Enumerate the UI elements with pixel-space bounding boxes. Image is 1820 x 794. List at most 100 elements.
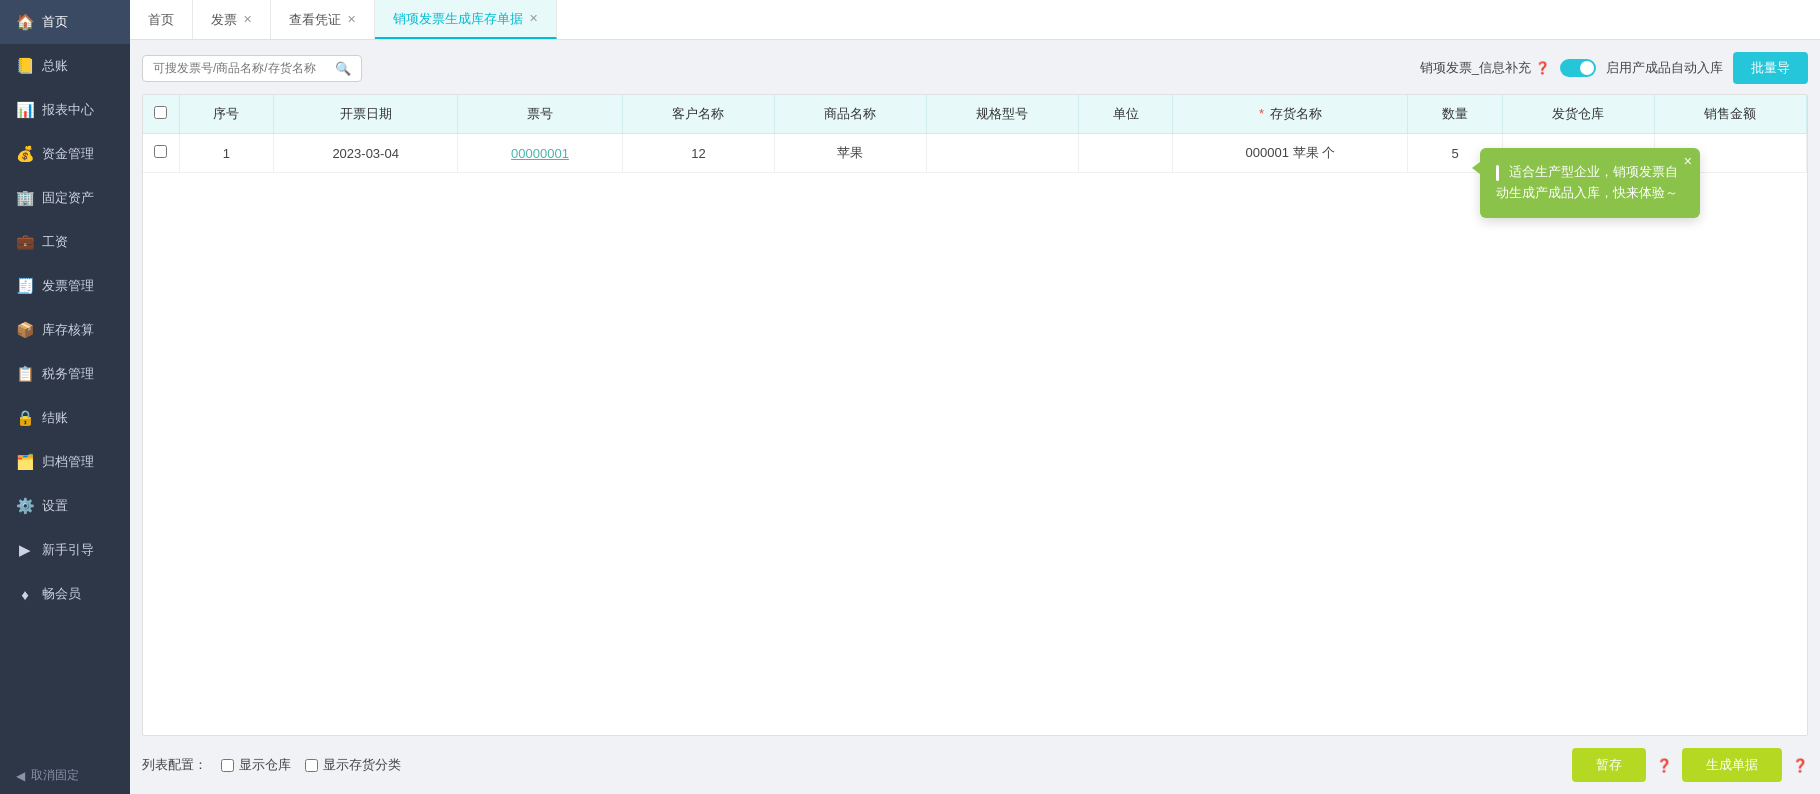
th-product: 商品名称	[774, 95, 926, 134]
td-checkbox	[143, 134, 179, 173]
tab-home[interactable]: 首页	[130, 0, 193, 39]
th-amount: 销售金额	[1654, 95, 1806, 134]
toolbar: 🔍 销项发票_信息补充 ❓ 启用产成品自动入库 批量导	[142, 52, 1808, 84]
main-area: 首页 发票 ✕ 查看凭证 ✕ 销项发票生成库存单据 ✕ 🔍	[130, 0, 1820, 794]
tab-stock-close[interactable]: ✕	[529, 12, 538, 25]
payroll-icon: 💼	[16, 233, 34, 251]
search-input[interactable]	[153, 61, 329, 75]
tooltip-close-button[interactable]: ×	[1684, 154, 1692, 168]
save-help-icon[interactable]: ❓	[1656, 758, 1672, 773]
sidebar-item-ledger[interactable]: 📒 总账	[0, 44, 130, 88]
sidebar-item-invoice[interactable]: 🧾 发票管理	[0, 264, 130, 308]
inventory-icon: 📦	[16, 321, 34, 339]
tab-invoice[interactable]: 发票 ✕	[193, 0, 271, 39]
tab-invoice-label: 发票	[211, 11, 237, 29]
td-stock: 000001 苹果 个	[1173, 134, 1408, 173]
sidebar-item-label: 税务管理	[42, 365, 94, 383]
td-unit	[1078, 134, 1173, 173]
save-button[interactable]: 暂存	[1572, 748, 1646, 782]
th-stock: * 存货名称	[1173, 95, 1408, 134]
member-icon: ♦	[16, 586, 34, 603]
sidebar-item-tax[interactable]: 📋 税务管理	[0, 352, 130, 396]
show-category-checkbox[interactable]	[305, 759, 318, 772]
show-category-label[interactable]: 显示存货分类	[305, 756, 401, 774]
generate-help-icon[interactable]: ❓	[1792, 758, 1808, 773]
toggle-indicator	[1496, 165, 1499, 181]
th-number: 票号	[458, 95, 623, 134]
content-area: 🔍 销项发票_信息补充 ❓ 启用产成品自动入库 批量导	[130, 40, 1820, 794]
th-seq: 序号	[179, 95, 274, 134]
show-category-text: 显示存货分类	[323, 756, 401, 774]
tab-voucher[interactable]: 查看凭证 ✕	[271, 0, 375, 39]
td-spec	[926, 134, 1078, 173]
generate-button[interactable]: 生成单据	[1682, 748, 1782, 782]
tooltip-popup: × 适合生产型企业，销项发票自动生成产成品入库，快来体验～	[1480, 148, 1700, 218]
sidebar-item-home[interactable]: 🏠 首页	[0, 0, 130, 44]
sidebar-item-label: 结账	[42, 409, 68, 427]
tax-icon: 📋	[16, 365, 34, 383]
toolbar-right: 销项发票_信息补充 ❓ 启用产成品自动入库 批量导	[1420, 52, 1808, 84]
row-checkbox[interactable]	[154, 145, 167, 158]
help-icon[interactable]: ❓	[1535, 61, 1550, 75]
sidebar-item-label: 资金管理	[42, 145, 94, 163]
select-all-checkbox[interactable]	[154, 106, 167, 119]
sidebar-item-inventory[interactable]: 📦 库存核算	[0, 308, 130, 352]
settings-icon: ⚙️	[16, 497, 34, 515]
sidebar-item-label: 总账	[42, 57, 68, 75]
batch-button[interactable]: 批量导	[1733, 52, 1808, 84]
sidebar-item-member[interactable]: ♦ 畅会员	[0, 572, 130, 616]
sidebar-item-label: 归档管理	[42, 453, 94, 471]
sidebar-item-settings[interactable]: ⚙️ 设置	[0, 484, 130, 528]
sidebar-item-label: 报表中心	[42, 101, 94, 119]
sidebar-item-assets[interactable]: 🏢 固定资产	[0, 176, 130, 220]
th-unit: 单位	[1078, 95, 1173, 134]
bottom-right: 暂存 ❓ 生成单据 ❓	[1572, 748, 1808, 782]
sidebar-item-label: 畅会员	[42, 585, 81, 603]
toggle-thumb	[1580, 61, 1594, 75]
show-warehouse-checkbox[interactable]	[221, 759, 234, 772]
td-customer: 12	[622, 134, 774, 173]
table-header-row: 序号 开票日期 票号 客户名称 商品名称 规格型号 单位 * 存货名称 数量 发…	[143, 95, 1807, 134]
guide-icon: ▶	[16, 541, 34, 559]
sidebar-item-closing[interactable]: 🔒 结账	[0, 396, 130, 440]
search-box[interactable]: 🔍	[142, 55, 362, 82]
show-warehouse-label[interactable]: 显示仓库	[221, 756, 291, 774]
toolbar-left: 🔍	[142, 55, 362, 82]
td-seq: 1	[179, 134, 274, 173]
bottom-left: 列表配置： 显示仓库 显示存货分类	[142, 756, 401, 774]
invoice-number-link[interactable]: 00000001	[511, 146, 569, 161]
ledger-icon: 📒	[16, 57, 34, 75]
tab-voucher-close[interactable]: ✕	[347, 13, 356, 26]
sidebar-item-label: 发票管理	[42, 277, 94, 295]
sidebar-footer[interactable]: ◀ 取消固定	[0, 757, 130, 794]
tab-invoice-close[interactable]: ✕	[243, 13, 252, 26]
toggle-track	[1560, 59, 1596, 77]
toggle-switch[interactable]	[1560, 59, 1596, 77]
sidebar-item-guide[interactable]: ▶ 新手引导	[0, 528, 130, 572]
config-label: 列表配置：	[142, 756, 207, 774]
sidebar-item-payroll[interactable]: 💼 工资	[0, 220, 130, 264]
assets-icon: 🏢	[16, 189, 34, 207]
tab-stock[interactable]: 销项发票生成库存单据 ✕	[375, 0, 557, 39]
sidebar-item-label: 固定资产	[42, 189, 94, 207]
reports-icon: 📊	[16, 101, 34, 119]
home-icon: 🏠	[16, 13, 34, 31]
sidebar-item-label: 新手引导	[42, 541, 94, 559]
th-warehouse: 发货仓库	[1502, 95, 1654, 134]
th-date: 开票日期	[274, 95, 458, 134]
sidebar-item-funds[interactable]: 💰 资金管理	[0, 132, 130, 176]
tooltip-text: 适合生产型企业，销项发票自动生成产成品入库，快来体验～	[1496, 164, 1678, 200]
th-customer: 客户名称	[622, 95, 774, 134]
sidebar-item-label: 工资	[42, 233, 68, 251]
sidebar-item-reports[interactable]: 📊 报表中心	[0, 88, 130, 132]
sidebar-item-label: 设置	[42, 497, 68, 515]
td-product: 苹果	[774, 134, 926, 173]
required-mark: *	[1259, 106, 1264, 121]
sidebar: 🏠 首页 📒 总账 📊 报表中心 💰 资金管理 🏢 固定资产 💼 工资 🧾 发票…	[0, 0, 130, 794]
search-icon: 🔍	[335, 61, 351, 76]
sidebar-item-archive[interactable]: 🗂️ 归档管理	[0, 440, 130, 484]
bottom-bar: 列表配置： 显示仓库 显示存货分类 暂存 ❓ 生成单据 ❓	[142, 736, 1808, 782]
show-warehouse-text: 显示仓库	[239, 756, 291, 774]
sidebar-item-label: 首页	[42, 13, 68, 31]
th-quantity: 数量	[1408, 95, 1503, 134]
